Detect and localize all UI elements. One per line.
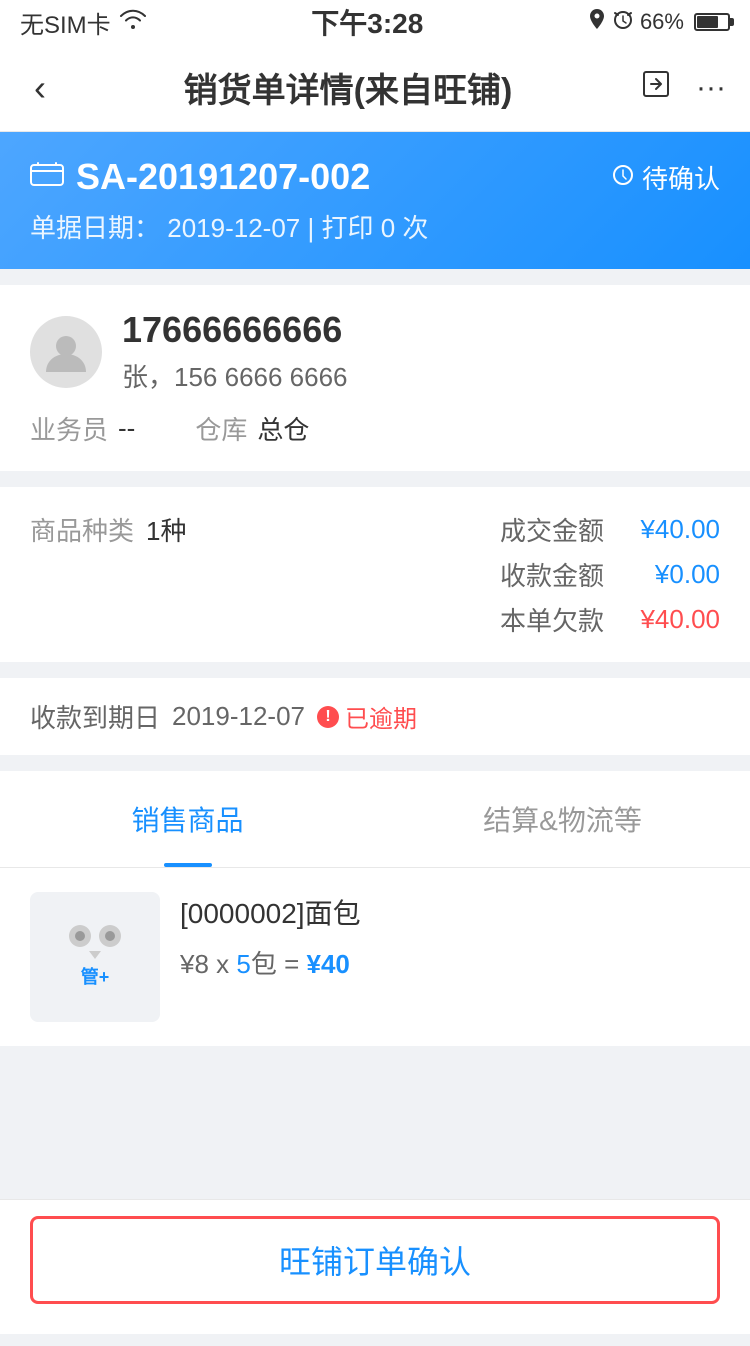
header-card: SA-20191207-002 待确认 单据日期： 2019-12-07 | 打…: [0, 132, 750, 269]
transaction-label: 成交金额: [500, 511, 604, 548]
warehouse-label: 仓库: [195, 410, 247, 447]
product-type-info: 商品种类 1种: [30, 511, 186, 548]
clock-icon: [612, 162, 634, 193]
product-type-label: 商品种类: [30, 511, 134, 548]
warehouse-info: 仓库 总仓: [195, 410, 309, 447]
tab-sales-products[interactable]: 销售商品: [0, 771, 375, 867]
time-display: 下午3:28: [311, 2, 423, 42]
customer-name: 张，156 6666 6666: [122, 357, 348, 394]
battery-percentage: 66%: [640, 9, 684, 35]
due-date-value: 2019-12-07: [172, 701, 305, 732]
header-card-top: SA-20191207-002 待确认: [30, 156, 720, 198]
financial-summary: 成交金额 ¥40.00 收款金额 ¥0.00 本单欠款 ¥40.00: [500, 511, 720, 638]
owl-eyes: [69, 925, 121, 947]
product-name: [0000002]面包: [180, 892, 720, 932]
overdue-icon: !: [317, 706, 339, 728]
sales-label: 业务员: [30, 410, 108, 447]
due-section: 收款到期日 2019-12-07 ! 已逾期: [0, 678, 750, 755]
owl-eye-right: [99, 925, 121, 947]
warehouse-value: 总仓: [257, 410, 309, 447]
bottom-bar: 旺铺订单确认: [0, 1199, 750, 1334]
product-image: 管+: [30, 892, 160, 1022]
nav-right-actions: ···: [640, 68, 726, 108]
tabs-header: 销售商品 结算&物流等: [0, 771, 750, 868]
sales-info: 业务员 --: [30, 410, 135, 447]
customer-info: 17666666666 张，156 6666 6666: [122, 309, 348, 394]
alarm-icon: [612, 8, 634, 36]
order-id: SA-20191207-002: [30, 156, 370, 198]
owl-beak: [89, 951, 101, 959]
more-icon[interactable]: ···: [696, 71, 726, 105]
location-icon: [588, 8, 606, 36]
battery-icon: [694, 13, 730, 31]
status-left: 无SIM卡: [20, 5, 147, 40]
owl-eye-left: [69, 925, 91, 947]
tab-settlement-logistics[interactable]: 结算&物流等: [375, 771, 750, 867]
customer-section: 17666666666 张，156 6666 6666 业务员 -- 仓库 总仓: [0, 285, 750, 471]
customer-meta: 业务员 -- 仓库 总仓: [30, 410, 720, 447]
customer-phone: 17666666666: [122, 309, 348, 351]
nav-bar: ‹ 销货单详情(来自旺铺) ···: [0, 44, 750, 132]
sales-value: --: [118, 413, 135, 444]
confirm-order-button[interactable]: 旺铺订单确认: [30, 1216, 720, 1304]
avatar: [30, 316, 102, 388]
due-date-label: 收款到期日: [30, 698, 160, 735]
product-price: ¥8 x 5包 = ¥40: [180, 944, 720, 981]
overdue-text: 已逾期: [345, 699, 417, 734]
received-label: 收款金额: [500, 556, 604, 593]
owed-row: 本单欠款 ¥40.00: [500, 601, 720, 638]
wifi-icon: [119, 8, 147, 36]
owed-value: ¥40.00: [620, 604, 720, 635]
owed-label: 本单欠款: [500, 601, 604, 638]
tabs-section: 销售商品 结算&物流等 管+ [0000002]面包 ¥8 x 5包 = ¥40: [0, 771, 750, 1046]
product-info: [0000002]面包 ¥8 x 5包 = ¥40: [180, 892, 720, 981]
product-item: 管+ [0000002]面包 ¥8 x 5包 = ¥40: [30, 892, 720, 1022]
transaction-row: 成交金额 ¥40.00: [500, 511, 720, 548]
back-button[interactable]: ‹: [24, 57, 56, 119]
owl-text: 管+: [81, 963, 110, 989]
summary-section: 商品种类 1种 成交金额 ¥40.00 收款金额 ¥0.00 本单欠款 ¥40.…: [0, 487, 750, 662]
share-icon[interactable]: [640, 68, 672, 108]
customer-row: 17666666666 张，156 6666 6666: [30, 309, 720, 394]
status-right: 66%: [588, 8, 730, 36]
order-date-info: 单据日期： 2019-12-07 | 打印 0 次: [30, 208, 720, 245]
summary-grid: 商品种类 1种 成交金额 ¥40.00 收款金额 ¥0.00 本单欠款 ¥40.…: [30, 511, 720, 638]
received-row: 收款金额 ¥0.00: [500, 556, 720, 593]
overdue-badge: ! 已逾期: [317, 699, 417, 734]
received-value: ¥0.00: [620, 559, 720, 590]
product-section: 管+ [0000002]面包 ¥8 x 5包 = ¥40: [0, 868, 750, 1046]
product-type-value: 1种: [146, 511, 186, 548]
status-bar: 无SIM卡 下午3:28 66%: [0, 0, 750, 44]
page-title: 销货单详情(来自旺铺): [56, 63, 640, 112]
transaction-value: ¥40.00: [620, 514, 720, 545]
order-icon: [30, 156, 64, 198]
carrier-label: 无SIM卡: [20, 5, 111, 40]
order-status-badge: 待确认: [612, 159, 720, 196]
